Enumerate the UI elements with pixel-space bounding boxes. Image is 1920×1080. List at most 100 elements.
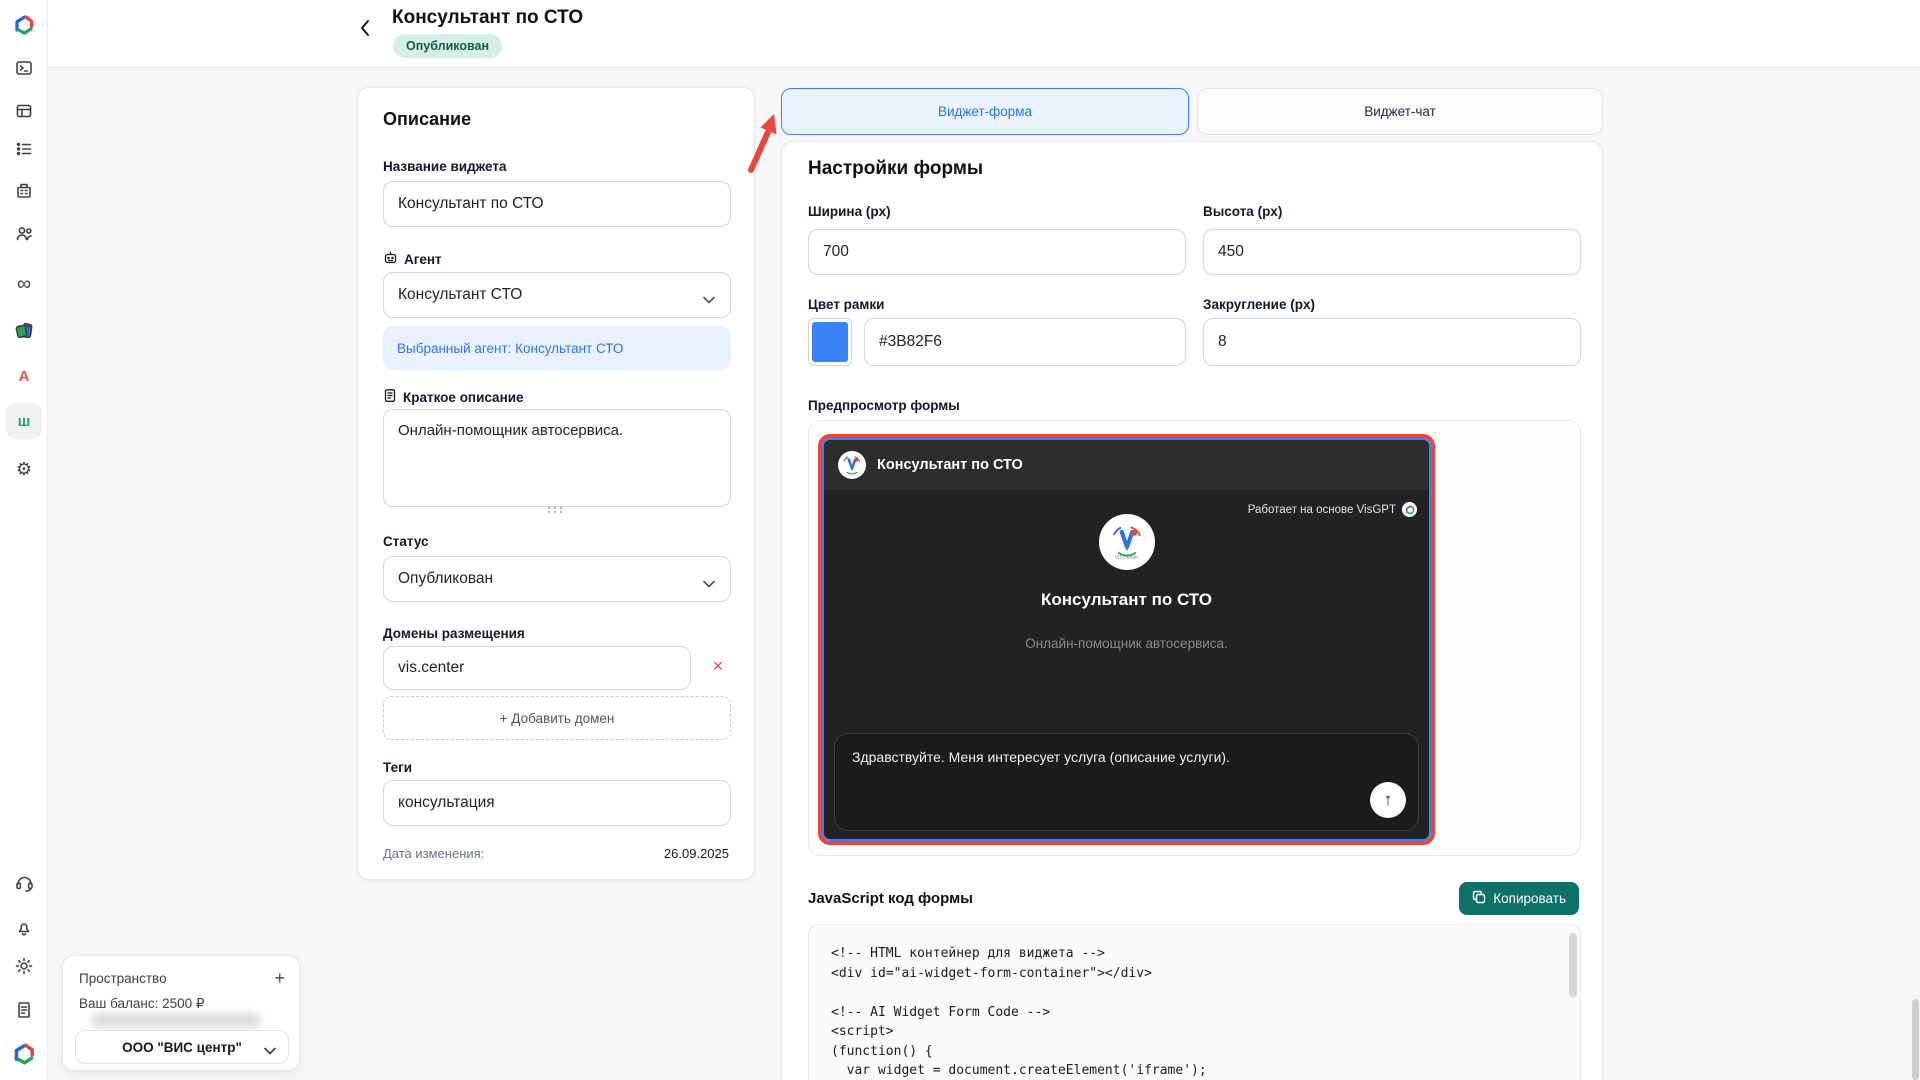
sidebar-item-notifications[interactable] [0,917,48,941]
border-color-label: Цвет рамки [808,297,885,312]
app-logo[interactable] [0,12,48,42]
arrow-up-icon: ↑ [1383,790,1393,809]
sidebar-item-assistant-a[interactable]: A [0,364,48,388]
short-description-textarea[interactable]: Онлайн-помощник автосервиса. [383,409,731,507]
sidebar-item-company[interactable] [0,181,48,205]
js-code-block[interactable]: <!-- HTML контейнер для виджета --> <div… [808,924,1581,1080]
widget-preview-frame: Консультант по СТО Работает на основе Vi… [818,434,1435,845]
terminal-icon [14,58,34,83]
height-input[interactable] [1203,229,1581,275]
tab-widget-form[interactable]: Виджет-форма [781,88,1189,135]
widget-name-input[interactable] [383,181,731,227]
balance-text: Ваш баланс: 2500 ₽ [79,996,205,1011]
sidebar-item-list[interactable] [0,139,48,163]
agent-select[interactable]: Консультант СТО [383,272,731,318]
sidebar-item-integrations[interactable]: ∞ [0,272,48,296]
widget-subtitle: Онлайн-помощник автосервиса. [1025,636,1228,651]
chevron-down-icon [703,575,715,593]
domain-input[interactable] [383,646,691,690]
letter-a-icon: A [18,367,30,385]
domains-label: Домены размещения [383,626,525,641]
short-description-label: Краткое описание [383,388,524,406]
sidebar-bottom-logo[interactable] [0,1040,48,1072]
people-icon [14,223,34,248]
height-label: Высота (px) [1203,204,1283,219]
tags-label: Теги [383,760,413,775]
books-icon [13,320,35,347]
send-button[interactable]: ↑ [1370,782,1406,818]
sidebar-item-tables[interactable] [0,101,48,125]
document-icon [383,388,397,406]
blurred-account-text [91,1013,261,1028]
organization-select[interactable]: ООО "ВИС центр" [75,1030,289,1064]
border-color-input[interactable] [864,318,1186,366]
sidebar-item-knowledge[interactable] [0,320,48,346]
list-icon [14,139,34,164]
form-settings-title: Настройки формы [808,158,984,179]
tags-input[interactable] [383,780,731,826]
radius-input[interactable] [1203,318,1581,366]
width-input[interactable] [808,229,1186,275]
widget-body: Работает на основе VisGPT VIS.center Кон… [824,490,1429,839]
top-header: Консультант по СТО Опубликован [48,0,1920,68]
status-label: Статус [383,534,429,549]
form-preview-container: Консультант по СТО Работает на основе Vi… [808,420,1581,856]
widget-input-text: Здравствуйте. Меня интересует услуга (оп… [852,749,1230,765]
sidebar-item-terminal[interactable] [0,58,48,82]
building-icon [14,181,34,206]
red-arrow-annotation [748,114,777,173]
color-swatch[interactable] [808,318,852,366]
copy-button[interactable]: Копировать [1459,882,1579,915]
form-settings-panel: Настройки формы Ширина (px) Высота (px) … [781,141,1603,1080]
gear-icon: ⚙ [15,459,33,479]
sidebar: ∞ A ш ⚙ [0,0,48,1080]
workspace-title: Пространство [79,970,167,986]
page-scrollbar-thumb[interactable] [1912,999,1919,1080]
robot-icon [383,250,398,268]
widget-center: VIS.center Консультант по СТО Онлайн-пом… [824,514,1429,651]
back-button[interactable] [354,18,376,42]
remove-domain-button[interactable]: × [706,652,730,680]
widget-logo-icon [838,451,866,479]
widget-logo-large-icon: VIS.center [1098,514,1155,570]
sun-icon [14,956,34,981]
code-line: <!-- HTML контейнер для виджета --> [831,946,1105,961]
chevron-down-icon [264,1043,276,1058]
widget-header: Консультант по СТО [824,440,1429,490]
widget-header-title: Консультант по СТО [877,457,1023,473]
visgpt-logo-icon [11,12,37,43]
infinity-icon: ∞ [16,273,32,295]
workspace-panel: Пространство + Ваш баланс: 2500 ₽ ООО "В… [62,955,300,1071]
code-scrollbar-thumb[interactable] [1569,933,1577,997]
code-line: <!-- AI Widget Form Code --> [831,1004,1051,1020]
headset-icon [14,872,34,897]
modified-date-label: Дата изменения: [383,846,485,861]
status-badge: Опубликован [393,34,503,58]
selected-agent-info: Выбранный агент: Консультант СТО [383,326,731,370]
status-select[interactable]: Опубликован [383,556,731,602]
code-line: var widget = document.createElement('ifr… [831,1063,1207,1078]
widget-logo-caption: VIS.center [1114,555,1139,561]
widget-title: Консультант по СТО [1041,590,1212,609]
sidebar-item-widgets-active[interactable]: ш [6,403,42,439]
code-line: <script> [831,1024,894,1039]
code-content: <!-- HTML контейнер для виджета --> <div… [809,925,1580,1080]
sidebar-item-users[interactable] [0,223,48,247]
sidebar-item-settings[interactable]: ⚙ [0,457,48,481]
resize-handle[interactable] [548,507,564,513]
code-line: <div id="ai-widget-form-container"></div… [831,965,1152,981]
modified-date-row: Дата изменения: 26.09.2025 [383,846,729,861]
tab-widget-chat[interactable]: Виджет-чат [1197,88,1603,135]
sidebar-item-theme[interactable] [0,956,48,980]
copy-icon [1472,890,1486,907]
sidebar-item-billing[interactable] [0,1000,48,1024]
widget-message-input[interactable]: Здравствуйте. Меня интересует услуга (оп… [834,733,1419,831]
receipt-icon [14,1000,34,1025]
letter-sh-icon: ш [17,412,31,430]
sidebar-item-support[interactable] [0,872,48,896]
add-domain-button[interactable]: + Добавить домен [383,696,731,740]
add-workspace-button[interactable]: + [274,969,285,987]
widget-name-label: Название виджета [383,159,507,174]
chevron-left-icon [360,19,370,42]
